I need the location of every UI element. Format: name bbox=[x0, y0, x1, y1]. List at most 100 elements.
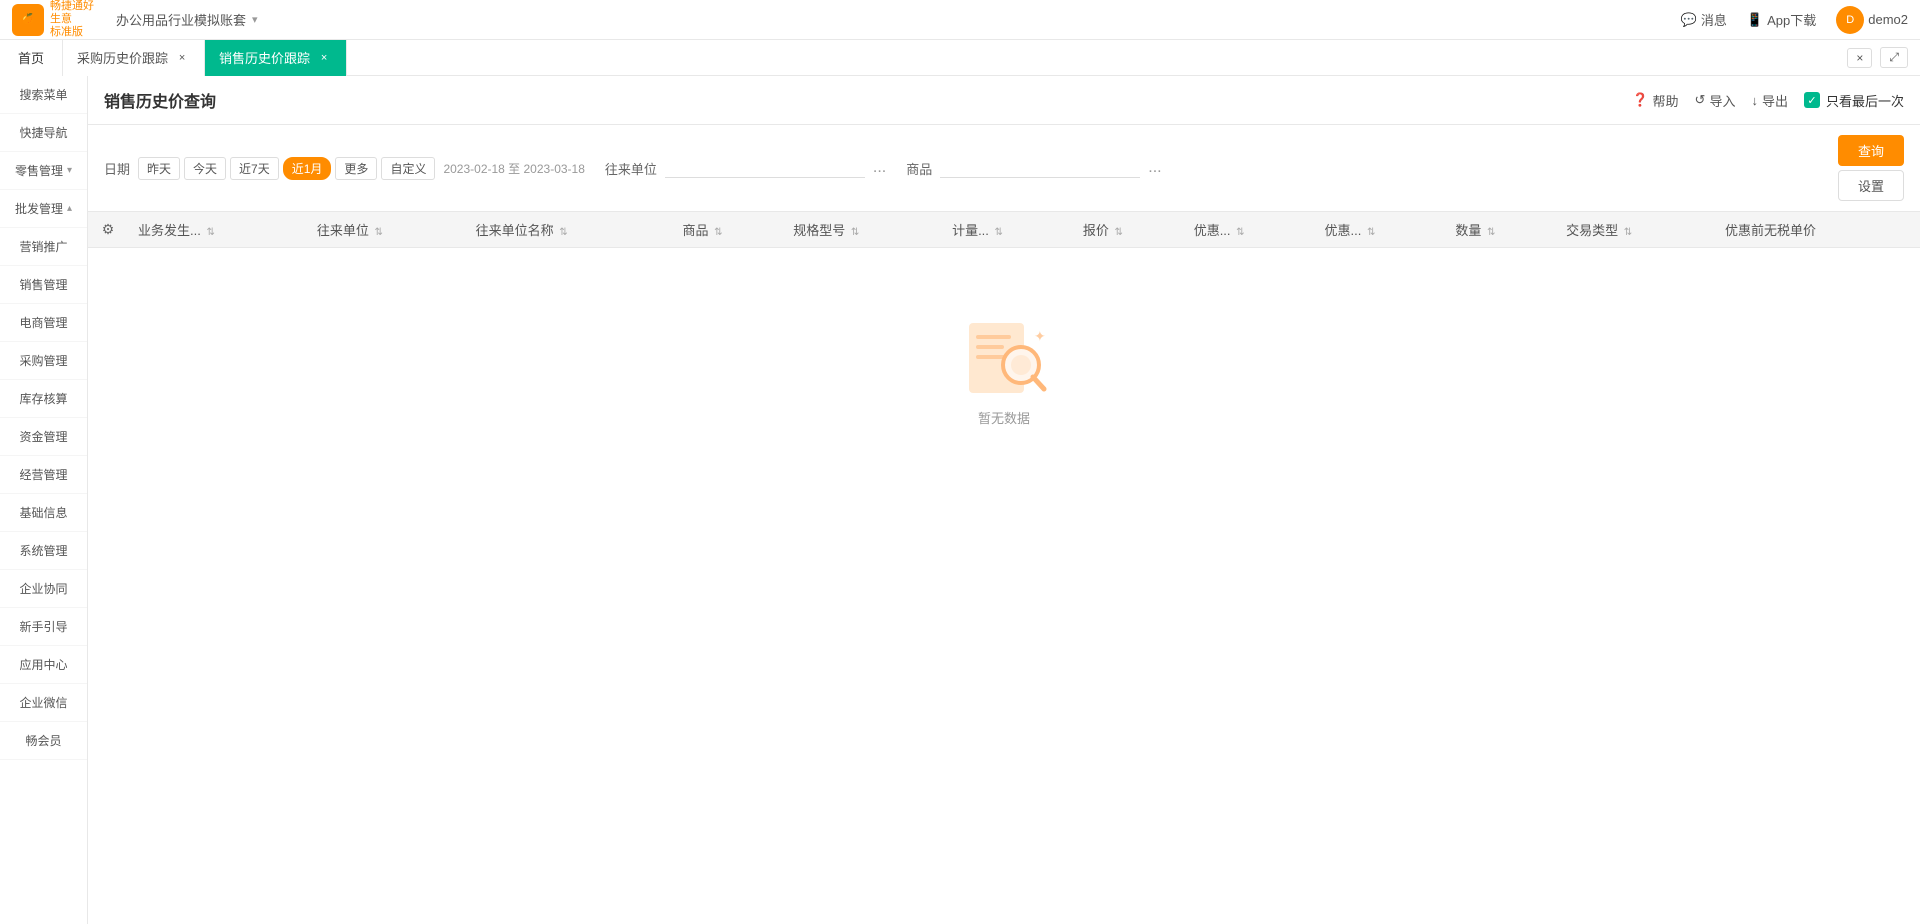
user-menu[interactable]: D demo2 bbox=[1836, 6, 1908, 34]
sort-icon[interactable]: ⇅ bbox=[1487, 227, 1495, 238]
topbar-actions: 💬 消息 📱 App下载 D demo2 bbox=[1681, 6, 1908, 34]
tab-sales-history-close[interactable]: × bbox=[316, 50, 332, 66]
sidebar-item-enterprise-collab[interactable]: 企业协同 bbox=[0, 570, 87, 608]
page-header: 销售历史价查询 ❓ 帮助 ↺ 导入 ↓ 导出 只看最后一次 bbox=[88, 76, 1920, 125]
tab-purchase-history[interactable]: 采购历史价跟踪 × bbox=[63, 40, 205, 76]
sidebar-item-system[interactable]: 系统管理 bbox=[0, 532, 87, 570]
chevron-down-icon: ▾ bbox=[67, 165, 72, 176]
content-area: 销售历史价查询 ❓ 帮助 ↺ 导入 ↓ 导出 只看最后一次 bbox=[88, 76, 1920, 924]
empty-illustration: ✦ bbox=[944, 308, 1064, 408]
close-all-tabs-button[interactable]: × bbox=[1847, 48, 1872, 68]
logo: 🍊 畅捷通好生意 标准版 bbox=[12, 0, 100, 39]
tabbar-end: × ⤢ bbox=[1847, 47, 1920, 68]
tab-sales-history[interactable]: 销售历史价跟踪 × bbox=[205, 40, 347, 76]
table-header-row: ⚙ 业务发生... ⇅ 往来单位 ⇅ 往来单位名称 ⇅ bbox=[88, 212, 1920, 248]
download-icon: 📱 bbox=[1747, 12, 1763, 28]
goods-filter-dots[interactable]: ... bbox=[1148, 159, 1161, 177]
sidebar-item-membership[interactable]: 畅会员 bbox=[0, 722, 87, 760]
sidebar-item-purchase[interactable]: 采购管理 bbox=[0, 342, 87, 380]
unit-filter-dots[interactable]: ... bbox=[873, 159, 886, 177]
th-biz-date: 业务发生... ⇅ bbox=[128, 212, 307, 248]
topbar: 🍊 畅捷通好生意 标准版 办公用品行业模拟账套 ▾ 💬 消息 📱 App下载 D… bbox=[0, 0, 1920, 40]
message-button[interactable]: 💬 消息 bbox=[1681, 10, 1727, 29]
tab-purchase-history-close[interactable]: × bbox=[174, 50, 190, 66]
sidebar: 搜索菜单 快捷导航 零售管理▾ 批发管理▴ 营销推广 销售管理 电商管理 采购管… bbox=[0, 76, 88, 924]
date-btn-today[interactable]: 今天 bbox=[184, 157, 226, 180]
app-title: 办公用品行业模拟账套 ▾ bbox=[100, 10, 1681, 29]
th-quantity: 数量 ⇅ bbox=[1445, 212, 1556, 248]
empty-state: ✦ 暂无数据 bbox=[88, 248, 1920, 487]
th-settings: ⚙ bbox=[88, 212, 128, 248]
sort-icon[interactable]: ⇅ bbox=[559, 227, 567, 238]
only-latest-toggle[interactable]: 只看最后一次 bbox=[1804, 91, 1904, 110]
sort-icon[interactable]: ⇅ bbox=[1624, 227, 1632, 238]
sort-icon[interactable]: ⇅ bbox=[206, 227, 214, 238]
sidebar-item-enterprise-wechat[interactable]: 企业微信 bbox=[0, 684, 87, 722]
unit-filter-label: 往来单位 bbox=[605, 159, 657, 178]
th-pretax-price: 优惠前无税单价 bbox=[1715, 212, 1920, 248]
sidebar-item-operations[interactable]: 经营管理 bbox=[0, 456, 87, 494]
empty-text: 暂无数据 bbox=[978, 408, 1030, 427]
date-range-display: 2023-02-18 至 2023-03-18 bbox=[443, 160, 584, 177]
gear-icon[interactable]: ⚙ bbox=[102, 221, 115, 237]
sort-icon[interactable]: ⇅ bbox=[1367, 227, 1375, 238]
date-filter-label: 日期 bbox=[104, 159, 130, 178]
th-discount1: 优惠... ⇅ bbox=[1184, 212, 1315, 248]
sidebar-item-basic-info[interactable]: 基础信息 bbox=[0, 494, 87, 532]
th-trade-type: 交易类型 ⇅ bbox=[1556, 212, 1715, 248]
date-btn-more[interactable]: 更多 bbox=[335, 157, 377, 180]
import-button[interactable]: ↺ 导入 bbox=[1695, 91, 1736, 110]
sort-icon[interactable]: ⇅ bbox=[851, 227, 859, 238]
export-button[interactable]: ↓ 导出 bbox=[1751, 91, 1788, 110]
page-title: 销售历史价查询 bbox=[104, 88, 216, 112]
page-header-actions: ❓ 帮助 ↺ 导入 ↓ 导出 只看最后一次 bbox=[1632, 91, 1904, 110]
sidebar-item-ecommerce[interactable]: 电商管理 bbox=[0, 304, 87, 342]
sidebar-item-wholesale[interactable]: 批发管理▴ bbox=[0, 190, 87, 228]
sort-icon[interactable]: ⇅ bbox=[995, 227, 1003, 238]
sort-icon[interactable]: ⇅ bbox=[714, 227, 722, 238]
th-unit: 计量... ⇅ bbox=[942, 212, 1073, 248]
sidebar-item-retail[interactable]: 零售管理▾ bbox=[0, 152, 87, 190]
date-btn-1month[interactable]: 近1月 bbox=[283, 157, 332, 180]
sidebar-item-sales[interactable]: 销售管理 bbox=[0, 266, 87, 304]
th-goods: 商品 ⇅ bbox=[672, 212, 783, 248]
sort-icon[interactable]: ⇅ bbox=[1115, 227, 1123, 238]
sidebar-item-quick-nav[interactable]: 快捷导航 bbox=[0, 114, 87, 152]
sort-icon[interactable]: ⇅ bbox=[374, 227, 382, 238]
avatar: D bbox=[1836, 6, 1864, 34]
only-latest-checkbox[interactable] bbox=[1804, 92, 1820, 108]
svg-text:✦: ✦ bbox=[1034, 328, 1046, 344]
sidebar-item-beginner-guide[interactable]: 新手引导 bbox=[0, 608, 87, 646]
date-filter: 日期 昨天 今天 近7天 近1月 更多 自定义 2023-02-18 至 202… bbox=[104, 157, 585, 180]
import-icon: ↺ bbox=[1695, 92, 1706, 108]
unit-filter: 往来单位 ... bbox=[605, 158, 886, 178]
settings-button[interactable]: 设置 bbox=[1838, 170, 1904, 201]
unit-filter-input[interactable] bbox=[665, 158, 865, 178]
main-layout: 搜索菜单 快捷导航 零售管理▾ 批发管理▴ 营销推广 销售管理 电商管理 采购管… bbox=[0, 76, 1920, 924]
date-btn-custom[interactable]: 自定义 bbox=[381, 157, 435, 180]
data-table: ⚙ 业务发生... ⇅ 往来单位 ⇅ 往来单位名称 ⇅ bbox=[88, 212, 1920, 248]
filter-bar: 日期 昨天 今天 近7天 近1月 更多 自定义 2023-02-18 至 202… bbox=[88, 125, 1920, 212]
help-button[interactable]: ❓ 帮助 bbox=[1632, 91, 1678, 110]
sort-icon[interactable]: ⇅ bbox=[1236, 227, 1244, 238]
sidebar-item-marketing[interactable]: 营销推广 bbox=[0, 228, 87, 266]
date-btn-yesterday[interactable]: 昨天 bbox=[138, 157, 180, 180]
date-btn-7days[interactable]: 近7天 bbox=[230, 157, 279, 180]
th-spec: 规格型号 ⇅ bbox=[783, 212, 942, 248]
query-button[interactable]: 查询 bbox=[1838, 135, 1904, 166]
date-buttons: 昨天 今天 近7天 近1月 更多 自定义 bbox=[138, 157, 435, 180]
app-download-button[interactable]: 📱 App下载 bbox=[1747, 10, 1816, 29]
sidebar-item-app-center[interactable]: 应用中心 bbox=[0, 646, 87, 684]
goods-filter-input[interactable] bbox=[940, 158, 1140, 178]
chevron-down-icon[interactable]: ▾ bbox=[252, 13, 258, 26]
table-container: ⚙ 业务发生... ⇅ 往来单位 ⇅ 往来单位名称 ⇅ bbox=[88, 212, 1920, 924]
sidebar-item-inventory[interactable]: 库存核算 bbox=[0, 380, 87, 418]
sidebar-item-finance[interactable]: 资金管理 bbox=[0, 418, 87, 456]
goods-filter-label: 商品 bbox=[906, 159, 932, 178]
chevron-up-icon: ▴ bbox=[67, 203, 72, 214]
th-quote: 报价 ⇅ bbox=[1073, 212, 1184, 248]
export-icon: ↓ bbox=[1751, 93, 1758, 108]
sidebar-item-search-menu[interactable]: 搜索菜单 bbox=[0, 76, 87, 114]
expand-button[interactable]: ⤢ bbox=[1880, 47, 1908, 68]
tab-home[interactable]: 首页 bbox=[0, 40, 63, 76]
